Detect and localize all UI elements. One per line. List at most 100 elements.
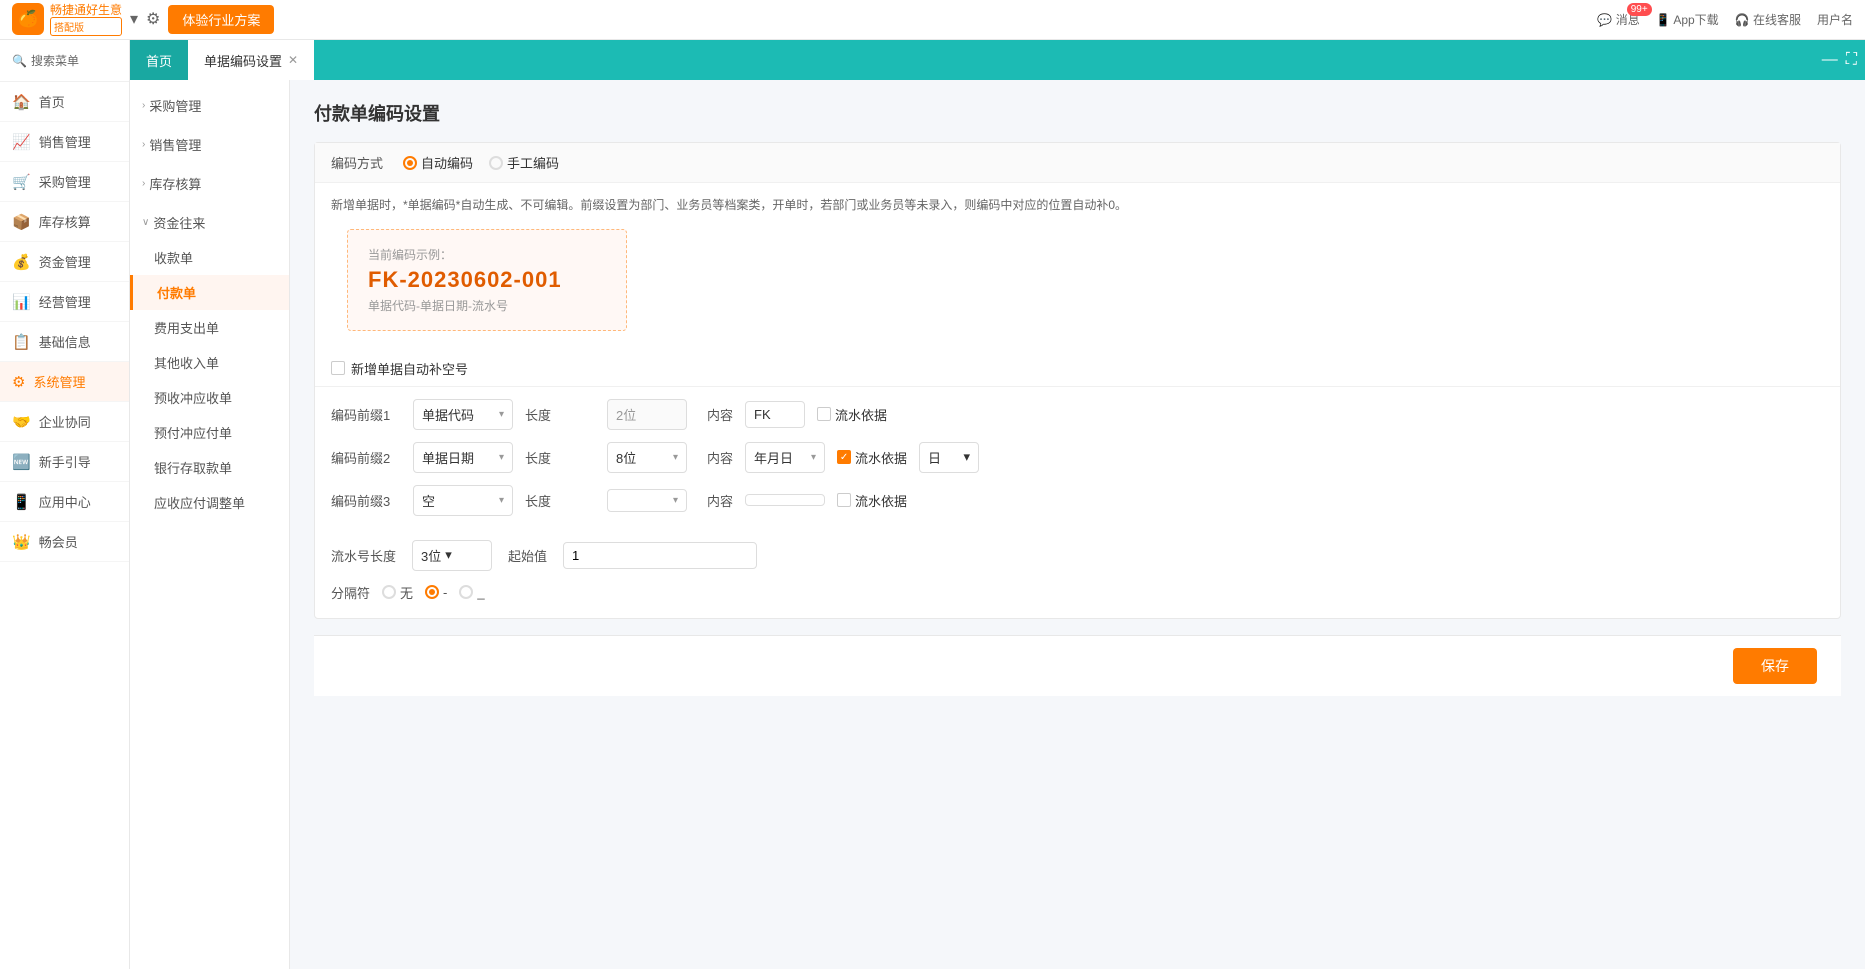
settings-icon[interactable]: ⚙: [146, 9, 160, 29]
example-label: 当前编码示例：: [368, 246, 606, 263]
prefix3-length-select[interactable]: ▾: [607, 489, 687, 512]
sub-item-prepay-receive[interactable]: 预收冲应收单: [130, 380, 289, 415]
prefix1-select[interactable]: 单据代码 ▾: [413, 399, 513, 430]
prefix2-length-arrow: ▾: [673, 452, 678, 463]
logo-text: 畅捷通好生意 搭配版: [50, 3, 122, 36]
sidebar-item-system[interactable]: ⚙ 系统管理: [0, 362, 129, 402]
serial-label: 流水号长度: [331, 546, 396, 565]
tab-maximize-icon[interactable]: ⛶: [1846, 51, 1857, 69]
auto-radio-dot: [403, 156, 417, 170]
tab-encoding-settings[interactable]: 单据编码设置 ✕: [188, 40, 314, 80]
prefix2-content-select[interactable]: 年月日 ▾: [745, 442, 825, 473]
sub-item-adjust[interactable]: 应收应付调整单: [130, 485, 289, 520]
prefix1-content-value: FK: [745, 401, 805, 428]
online-service-link[interactable]: 🎧 在线客服: [1735, 11, 1801, 28]
encoding-radio-group: 自动编码 手工编码: [403, 153, 559, 172]
prefix1-label: 编码前缀1: [331, 405, 401, 424]
manual-encoding-radio[interactable]: 手工编码: [489, 153, 559, 172]
prefix2-stream-checkbox[interactable]: ✓ 流水依据: [837, 448, 907, 467]
sub-item-other-income[interactable]: 其他收入单: [130, 345, 289, 380]
separator-label: 分隔符: [331, 583, 370, 602]
topbar-dropdown[interactable]: ▾: [130, 9, 138, 29]
prefix3-content-value: [745, 494, 825, 506]
tab-close-icon[interactable]: ✕: [288, 53, 298, 67]
example-area: 当前编码示例： FK-20230602-001 单据代码-单据日期-流水号: [315, 229, 1840, 351]
sub-item-expense[interactable]: 费用支出单: [130, 310, 289, 345]
prefix2-stream-check[interactable]: ✓: [837, 450, 851, 464]
page-content: › 采购管理 › 销售管理 › 库存核算: [130, 80, 1865, 969]
sidebar-item-inventory[interactable]: 📦 库存核算: [0, 202, 129, 242]
sep-dash[interactable]: _: [459, 585, 484, 600]
prefix3-select[interactable]: 空 ▾: [413, 485, 513, 516]
sub-sidebar: › 采购管理 › 销售管理 › 库存核算: [130, 80, 290, 969]
start-input[interactable]: [563, 542, 757, 569]
encoding-method-label: 编码方式: [331, 153, 383, 172]
sidebar-item-collab[interactable]: 🤝 企业协同: [0, 402, 129, 442]
sub-header-inventory[interactable]: › 库存核算: [130, 166, 289, 201]
autofill-checkbox[interactable]: [331, 361, 345, 375]
info-text: 新增单据时，*单据编码*自动生成、不可编辑。前缀设置为部门、业务员等档案类，开单…: [315, 183, 1840, 229]
separator-row: 分隔符 无 - _: [315, 583, 1840, 618]
stream-select-arrow: ▾: [964, 449, 971, 465]
system-icon: ⚙: [12, 373, 25, 391]
sub-item-prepay-pay[interactable]: 预付冲应付单: [130, 415, 289, 450]
tab-home[interactable]: 首页: [130, 40, 188, 80]
settings-card: 编码方式 自动编码 手工编码: [314, 142, 1841, 619]
prefix2-select[interactable]: 单据日期 ▾: [413, 442, 513, 473]
sidebar-item-guide[interactable]: 🆕 新手引导: [0, 442, 129, 482]
apps-icon: 📱: [12, 493, 31, 511]
sub-item-receipt[interactable]: 收款单: [130, 240, 289, 275]
sidebar-search[interactable]: 🔍 搜索菜单: [0, 40, 129, 82]
main-panel: 付款单编码设置 编码方式 自动编码 手工编码: [290, 80, 1865, 969]
serial-select[interactable]: 3位 ▾: [412, 540, 492, 571]
sub-item-bank[interactable]: 银行存取款单: [130, 450, 289, 485]
app-download-link[interactable]: 📱 App下载: [1656, 11, 1719, 28]
prefix1-stream-check[interactable]: [817, 407, 831, 421]
sep-dash-radio: [459, 585, 473, 599]
collab-icon: 🤝: [12, 413, 31, 431]
sidebar-item-purchase[interactable]: 🛒 采购管理: [0, 162, 129, 202]
sep-dot[interactable]: -: [425, 585, 447, 600]
prefix3-length-arrow: ▾: [673, 495, 678, 506]
logo: 🍊 畅捷通好生意 搭配版: [12, 3, 122, 36]
serial-arrow: ▾: [445, 547, 452, 563]
sidebar-item-sales[interactable]: 📈 销售管理: [0, 122, 129, 162]
trial-button[interactable]: 体验行业方案: [168, 5, 274, 34]
prefix3-length-label: 长度: [525, 491, 595, 510]
prefix2-content-label: 内容: [707, 448, 733, 467]
prefix1-length-value: 2位: [607, 399, 687, 430]
sub-header-capital[interactable]: ∨ 资金往来: [130, 205, 289, 240]
prefix2-content-arrow: ▾: [811, 452, 816, 463]
sub-group-capital: ∨ 资金往来 收款单 付款单 费用支出单 其他收入单 预收冲应收单 预付冲应付单…: [130, 205, 289, 520]
prefix2-length-select[interactable]: 8位 ▾: [607, 442, 687, 473]
prefix3-content-label: 内容: [707, 491, 733, 510]
search-menu-button[interactable]: 🔍 搜索菜单: [8, 48, 121, 73]
prefix3-select-arrow: ▾: [499, 495, 504, 506]
tab-minimize-icon[interactable]: —: [1822, 51, 1838, 69]
prefix2-stream-select[interactable]: 日 ▾: [919, 442, 979, 473]
sidebar-item-home[interactable]: 🏠 首页: [0, 82, 129, 122]
auto-encoding-radio[interactable]: 自动编码: [403, 153, 473, 172]
prefix3-stream-checkbox[interactable]: 流水依据: [837, 491, 907, 510]
sidebar-item-management[interactable]: 📊 经营管理: [0, 282, 129, 322]
prefix3-stream-check[interactable]: [837, 493, 851, 507]
sidebar-item-apps[interactable]: 📱 应用中心: [0, 482, 129, 522]
save-button[interactable]: 保存: [1733, 648, 1817, 684]
prefix3-label: 编码前缀3: [331, 491, 401, 510]
autofill-label: 新增单据自动补空号: [351, 359, 468, 378]
sidebar-item-basic-info[interactable]: 📋 基础信息: [0, 322, 129, 362]
sep-none[interactable]: 无: [382, 583, 413, 602]
logo-icon: 🍊: [12, 3, 44, 35]
sidebar-item-member[interactable]: 👑 畅会员: [0, 522, 129, 562]
sub-header-purchase[interactable]: › 采购管理: [130, 88, 289, 123]
tab-bar: 首页 单据编码设置 ✕ — ⛶: [130, 40, 1865, 80]
prefix2-length-label: 长度: [525, 448, 595, 467]
message-icon[interactable]: 💬 消息 99+: [1597, 11, 1639, 28]
sub-header-sales[interactable]: › 销售管理: [130, 127, 289, 162]
prefix1-stream-checkbox[interactable]: 流水依据: [817, 405, 887, 424]
purchase-icon: 🛒: [12, 173, 31, 191]
collapse-arrow-inventory: ›: [142, 178, 145, 189]
sub-item-payment[interactable]: 付款单: [130, 275, 289, 310]
sales-icon: 📈: [12, 133, 31, 151]
sidebar-item-finance[interactable]: 💰 资金管理: [0, 242, 129, 282]
